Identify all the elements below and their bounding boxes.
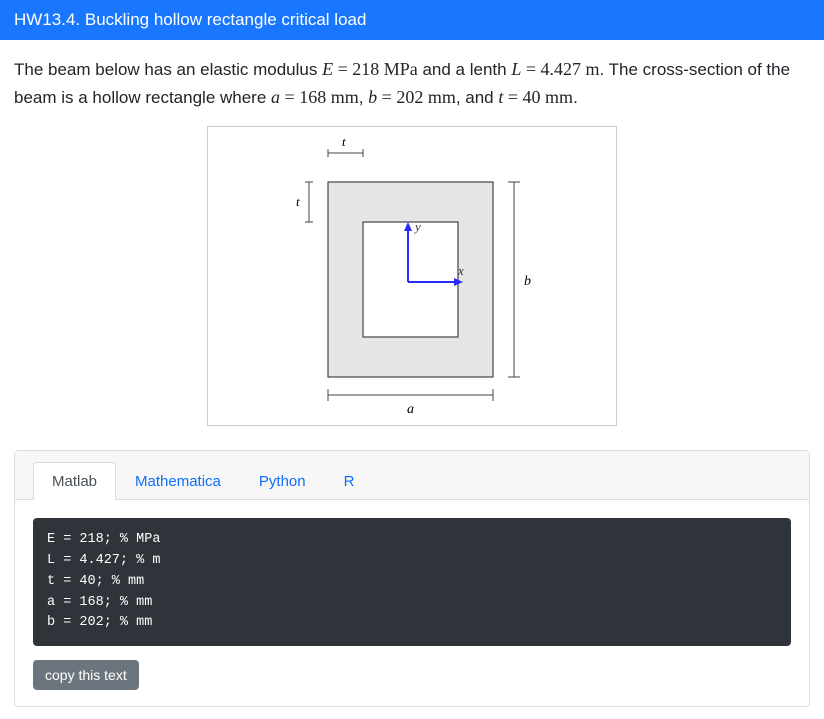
page-header: HW13.4. Buckling hollow rectangle critic… [0,0,824,40]
tab-python[interactable]: Python [240,462,325,500]
cross-section-svg: t t b [208,127,617,426]
code-body: E = 218; % MPa L = 4.427; % m t = 40; % … [15,500,809,707]
text: The beam below has an elastic modulus [14,60,322,79]
content-area: The beam below has an elastic modulus E … [0,40,824,707]
code-block[interactable]: E = 218; % MPa L = 4.427; % m t = 40; % … [33,518,791,647]
tab-matlab[interactable]: Matlab [33,462,116,500]
tab-r[interactable]: R [325,462,374,500]
label-t-top: t [342,134,346,149]
text: . [573,88,578,107]
cross-section-figure: t t b [207,126,617,426]
label-b: b [524,274,531,289]
val-E: 218 [352,59,379,79]
figure-container: t t b [14,126,810,426]
unit: mm [423,87,456,107]
language-tabs: Matlab Mathematica Python R [15,451,809,500]
text: and a lenth [418,60,512,79]
eq: = [280,87,299,107]
val-t: 40 [523,87,541,107]
unit: m [581,59,600,79]
label-a: a [407,402,414,417]
tab-mathematica[interactable]: Mathematica [116,462,240,500]
var-b: b [368,87,377,107]
page-title: HW13.4. Buckling hollow rectangle critic… [14,10,366,29]
problem-statement: The beam below has an elastic modulus E … [14,56,810,112]
eq: = [521,59,540,79]
var-a: a [271,87,280,107]
var-E: E [322,59,333,79]
label-y: y [413,219,421,234]
var-L: L [511,59,521,79]
copy-button[interactable]: copy this text [33,660,139,690]
eq: = [377,87,396,107]
unit: MPa [379,59,418,79]
val-L: 4.427 [540,59,581,79]
eq: = [333,59,352,79]
code-card: Matlab Mathematica Python R E = 218; % M… [14,450,810,708]
text: , and [456,88,499,107]
label-t-side: t [296,194,300,209]
unit: mm [541,87,574,107]
label-x: x [457,263,464,278]
text: , [359,88,368,107]
unit: mm [326,87,359,107]
val-a: 168 [299,87,326,107]
eq: = [503,87,522,107]
val-b: 202 [396,87,423,107]
